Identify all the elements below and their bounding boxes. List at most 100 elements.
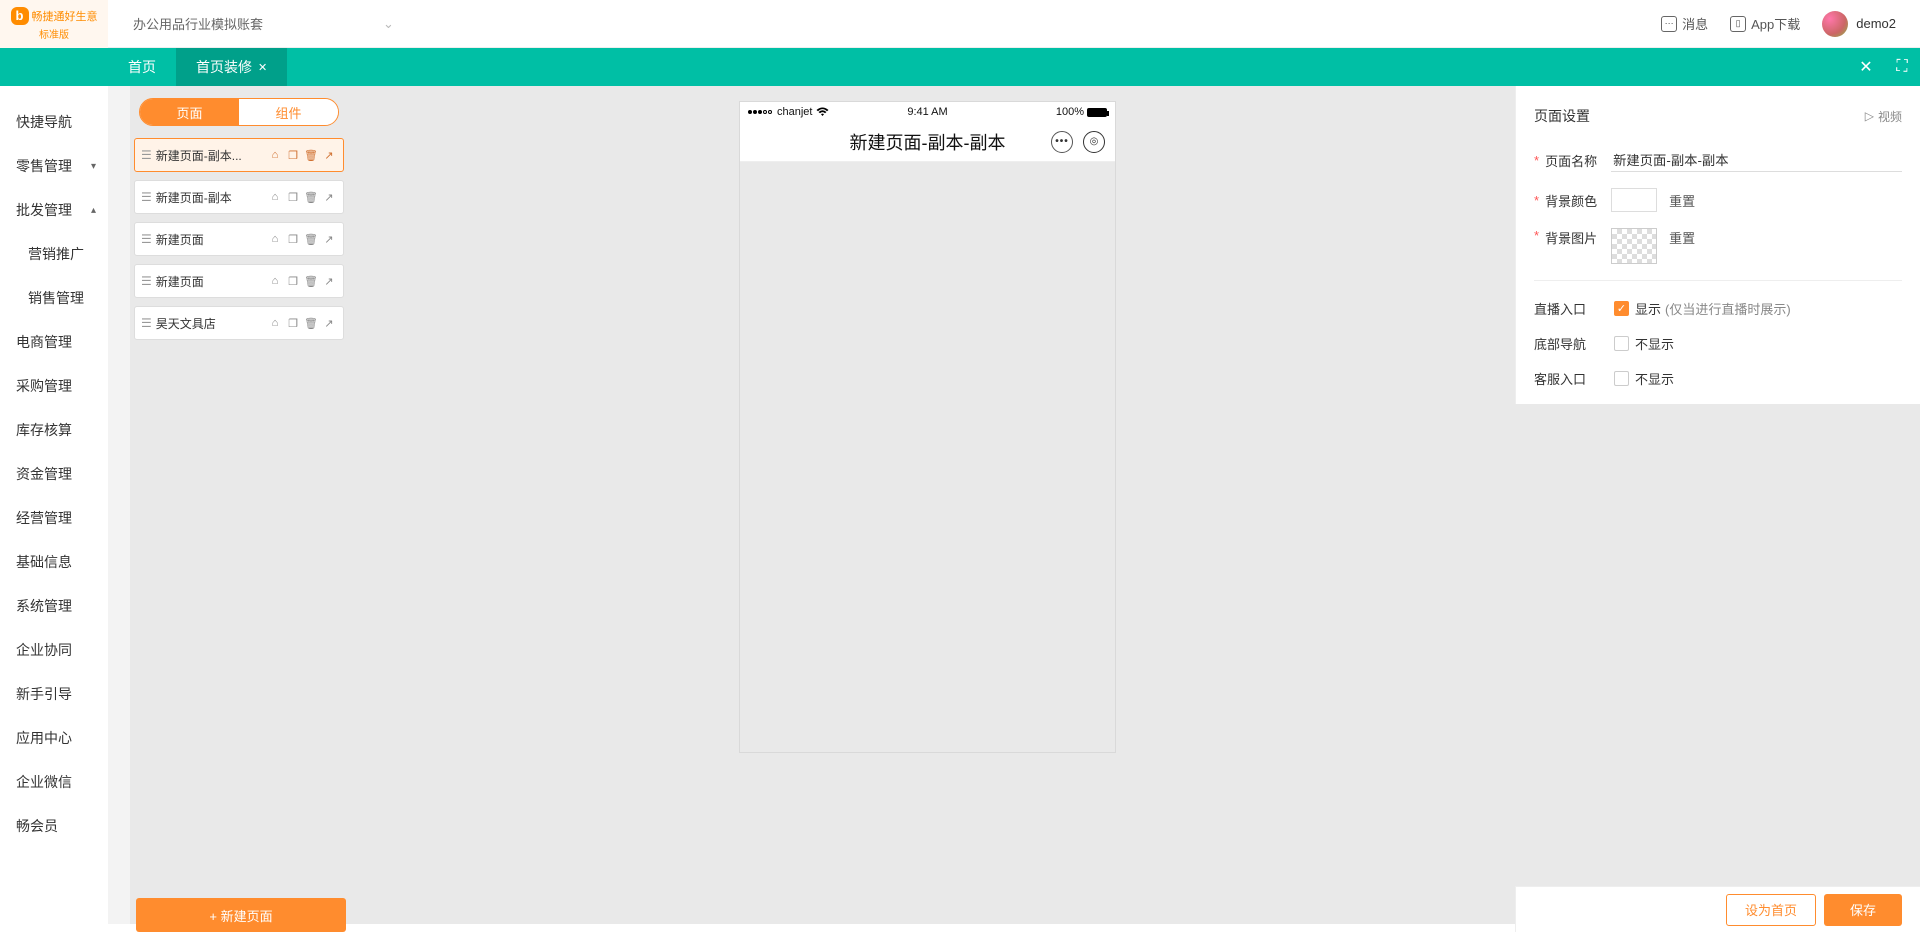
editor-area: 页面 组件 ☰ 新建页面-副本... ⌂ ❐ 🗑 ↗ ☰ 新建页面-副本 ⌂ ❐ bbox=[108, 86, 1920, 924]
account-name: 办公用品行业模拟账套 bbox=[133, 14, 263, 33]
nav-purchase[interactable]: 采购管理 bbox=[0, 364, 108, 408]
delete-icon[interactable]: 🗑 bbox=[303, 147, 319, 163]
chevron-down-icon: ⌄ bbox=[383, 16, 394, 32]
set-home-button[interactable]: 设为首页 bbox=[1726, 894, 1816, 926]
phone-icon: ▯ bbox=[1730, 16, 1746, 32]
nav-apps[interactable]: 应用中心 bbox=[0, 716, 108, 760]
field-bg-image: *背景图片 重置 bbox=[1534, 228, 1902, 264]
nav-basic[interactable]: 基础信息 bbox=[0, 540, 108, 584]
mode-tab-component[interactable]: 组件 bbox=[239, 99, 338, 125]
signal-icon bbox=[748, 110, 772, 114]
brand-tag: 标准版 bbox=[39, 26, 69, 41]
user-menu[interactable]: demo2 bbox=[1822, 11, 1896, 37]
reset-image-link[interactable]: 重置 bbox=[1669, 228, 1695, 247]
topbar: b 畅捷通好生意 标准版 办公用品行业模拟账套 ⌄ ⋯ 消息 ▯ App下载 d… bbox=[0, 0, 1920, 48]
battery-icon bbox=[1087, 108, 1107, 117]
drag-icon[interactable]: ☰ bbox=[141, 274, 152, 288]
app-download-link[interactable]: ▯ App下载 bbox=[1730, 14, 1800, 33]
phone-canvas[interactable] bbox=[740, 162, 1115, 752]
page-row[interactable]: ☰ 新建页面 ⌂ ❐ 🗑 ↗ bbox=[134, 222, 344, 256]
avatar bbox=[1822, 11, 1848, 37]
nav-quick[interactable]: 快捷导航 bbox=[0, 100, 108, 144]
nav-marketing[interactable]: 营销推广 bbox=[0, 232, 108, 276]
page-list-panel: 页面 组件 ☰ 新建页面-副本... ⌂ ❐ 🗑 ↗ ☰ 新建页面-副本 ⌂ ❐ bbox=[130, 98, 348, 340]
copy-icon[interactable]: ❐ bbox=[285, 147, 301, 163]
nav-wechat[interactable]: 企业微信 bbox=[0, 760, 108, 804]
nav-funds[interactable]: 资金管理 bbox=[0, 452, 108, 496]
home-icon[interactable]: ⌂ bbox=[267, 315, 283, 331]
nav-collab[interactable]: 企业协同 bbox=[0, 628, 108, 672]
home-icon[interactable]: ⌂ bbox=[267, 231, 283, 247]
caret-up-icon: ▴ bbox=[91, 205, 96, 216]
delete-icon[interactable]: 🗑 bbox=[303, 189, 319, 205]
drag-icon[interactable]: ☰ bbox=[141, 148, 152, 162]
nav-retail[interactable]: 零售管理▾ bbox=[0, 144, 108, 188]
live-checkbox[interactable]: ✓ bbox=[1614, 301, 1629, 316]
save-button[interactable]: 保存 bbox=[1824, 894, 1902, 926]
account-selector[interactable]: 办公用品行业模拟账套 ⌄ bbox=[133, 14, 394, 33]
field-page-name: *页面名称 bbox=[1534, 148, 1902, 172]
nav-guide[interactable]: 新手引导 bbox=[0, 672, 108, 716]
page-name-input[interactable] bbox=[1611, 148, 1902, 172]
cs-checkbox[interactable] bbox=[1614, 371, 1629, 386]
tab-bar: 首页 首页装修✕ ✕ ⛶ bbox=[0, 48, 1920, 86]
battery-pct: 100% bbox=[1056, 106, 1084, 118]
messages-label: 消息 bbox=[1682, 14, 1708, 33]
nav-member[interactable]: 畅会员 bbox=[0, 804, 108, 848]
color-swatch[interactable] bbox=[1611, 188, 1657, 212]
share-icon[interactable]: ↗ bbox=[321, 189, 337, 205]
tab-home[interactable]: 首页 bbox=[108, 48, 176, 86]
new-page-button[interactable]: + 新建页面 bbox=[136, 898, 346, 932]
carrier: chanjet bbox=[777, 106, 812, 118]
page-row[interactable]: ☰ 昊天文具店 ⌂ ❐ 🗑 ↗ bbox=[134, 306, 344, 340]
page-row[interactable]: ☰ 新建页面-副本... ⌂ ❐ 🗑 ↗ bbox=[134, 138, 344, 172]
mode-tabs: 页面 组件 bbox=[139, 98, 339, 126]
copy-icon[interactable]: ❐ bbox=[285, 315, 301, 331]
drag-icon[interactable]: ☰ bbox=[141, 232, 152, 246]
share-icon[interactable]: ↗ bbox=[321, 231, 337, 247]
footer-checkbox[interactable] bbox=[1614, 336, 1629, 351]
drag-icon[interactable]: ☰ bbox=[141, 190, 152, 204]
bottom-right-bar: 设为首页 保存 bbox=[1515, 886, 1920, 932]
video-link[interactable]: ▷ 视频 bbox=[1865, 108, 1902, 125]
wifi-icon bbox=[816, 107, 829, 117]
fullscreen-icon[interactable]: ⛶ bbox=[1884, 48, 1920, 86]
copy-icon[interactable]: ❐ bbox=[285, 231, 301, 247]
share-icon[interactable]: ↗ bbox=[321, 273, 337, 289]
share-icon[interactable]: ↗ bbox=[321, 147, 337, 163]
nav-sales[interactable]: 销售管理 bbox=[0, 276, 108, 320]
nav-biz[interactable]: 经营管理 bbox=[0, 496, 108, 540]
more-icon[interactable]: ••• bbox=[1051, 131, 1073, 153]
side-nav: 搜索菜单 快捷导航 零售管理▾ 批发管理▴ 营销推广 销售管理 电商管理 采购管… bbox=[0, 48, 108, 924]
home-icon[interactable]: ⌂ bbox=[267, 147, 283, 163]
delete-icon[interactable]: 🗑 bbox=[303, 231, 319, 247]
tab-close-all[interactable]: ✕ bbox=[1848, 48, 1884, 86]
phone-time: 9:41 AM bbox=[907, 106, 947, 118]
mode-tab-page[interactable]: 页面 bbox=[140, 99, 239, 125]
drag-icon[interactable]: ☰ bbox=[141, 316, 152, 330]
username: demo2 bbox=[1856, 16, 1896, 31]
app-download-label: App下载 bbox=[1751, 14, 1800, 33]
home-icon[interactable]: ⌂ bbox=[267, 273, 283, 289]
tab-page-decorate[interactable]: 首页装修✕ bbox=[176, 48, 287, 86]
page-row[interactable]: ☰ 新建页面-副本 ⌂ ❐ 🗑 ↗ bbox=[134, 180, 344, 214]
copy-icon[interactable]: ❐ bbox=[285, 273, 301, 289]
caret-down-icon: ▾ bbox=[91, 161, 96, 172]
nav-wholesale[interactable]: 批发管理▴ bbox=[0, 188, 108, 232]
home-icon[interactable]: ⌂ bbox=[267, 189, 283, 205]
page-row[interactable]: ☰ 新建页面 ⌂ ❐ 🗑 ↗ bbox=[134, 264, 344, 298]
delete-icon[interactable]: 🗑 bbox=[303, 273, 319, 289]
target-icon[interactable]: ◎ bbox=[1083, 131, 1105, 153]
close-icon[interactable]: ✕ bbox=[258, 61, 267, 74]
copy-icon[interactable]: ❐ bbox=[285, 189, 301, 205]
nav-ecommerce[interactable]: 电商管理 bbox=[0, 320, 108, 364]
nav-system[interactable]: 系统管理 bbox=[0, 584, 108, 628]
messages-link[interactable]: ⋯ 消息 bbox=[1661, 14, 1708, 33]
settings-panel: 页面设置 ▷ 视频 *页面名称 *背景颜色 重置 *背景图片 重置 bbox=[1515, 86, 1920, 404]
nav-inventory[interactable]: 库存核算 bbox=[0, 408, 108, 452]
share-icon[interactable]: ↗ bbox=[321, 315, 337, 331]
delete-icon[interactable]: 🗑 bbox=[303, 315, 319, 331]
logo[interactable]: b 畅捷通好生意 标准版 bbox=[0, 0, 108, 48]
reset-color-link[interactable]: 重置 bbox=[1669, 191, 1695, 210]
image-swatch[interactable] bbox=[1611, 228, 1657, 264]
